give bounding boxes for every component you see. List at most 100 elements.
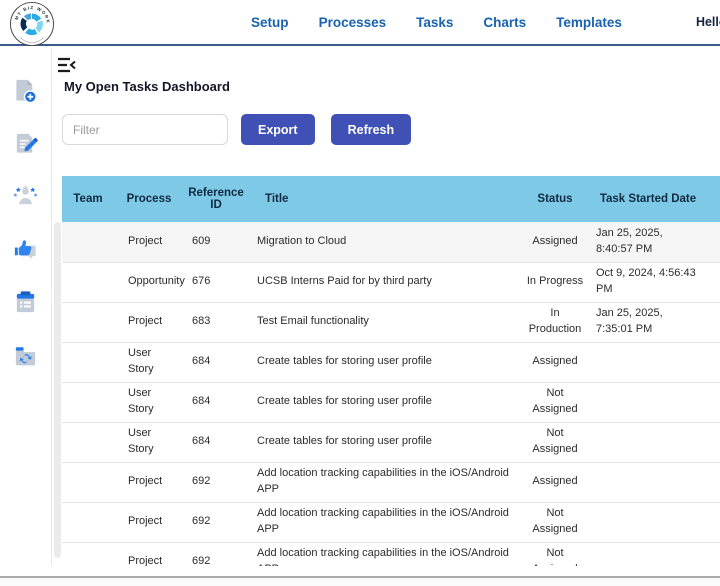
cell-process: Project [128, 315, 163, 328]
achievement-icon[interactable] [12, 182, 40, 210]
cell-team [62, 502, 114, 542]
add-document-icon[interactable] [12, 76, 40, 104]
cell-team [62, 382, 114, 422]
app-logo[interactable]: MY BIZ WORKFLOW [6, 0, 55, 47]
cell-ref: 676 [192, 275, 211, 288]
cell-status: Assigned [532, 475, 578, 488]
cell-ref: 684 [192, 395, 211, 408]
cell-title: Migration to Cloud [257, 234, 347, 247]
filter-input[interactable] [62, 114, 228, 145]
cell-title: Create tables for storing user profile [257, 395, 432, 408]
cell-date [590, 502, 706, 542]
col-header-status: Status [520, 176, 590, 222]
left-sidebar [0, 48, 52, 586]
table-row[interactable]: Project 692 Add location tracking capabili… [62, 502, 720, 542]
nav-templates[interactable]: Templates [556, 15, 622, 30]
cell-title: Create tables for storing user profile [257, 355, 432, 368]
app-window: MY BIZ WORKFLOW Setup Processes Tasks Ch… [0, 0, 720, 586]
bottom-cover [0, 566, 720, 576]
col-header-reference-id: Reference ID [184, 176, 248, 222]
tasks-clipboard-icon[interactable] [12, 288, 40, 316]
cell-extra [706, 222, 720, 262]
page-title: My Open Tasks Dashboard [64, 79, 230, 94]
collapse-sidebar-icon[interactable] [57, 57, 77, 73]
cell-extra [706, 382, 720, 422]
top-navigation: Setup Processes Tasks Charts Templates H… [251, 15, 720, 30]
cell-process: Project [128, 515, 163, 528]
table-row[interactable]: User Story 684 Create tables for storing u… [62, 422, 720, 462]
nav-setup[interactable]: Setup [251, 15, 289, 30]
table-row[interactable]: Opportunity 676 UCSB Interns Paid for by t… [62, 262, 720, 302]
nav-charts[interactable]: Charts [483, 15, 526, 30]
cell-team [62, 422, 114, 462]
cell-title: Test Email functionality [257, 315, 369, 328]
cell-extra [706, 302, 720, 342]
cell-date [590, 342, 706, 382]
table-header-row: Team Process Reference ID Title Status T… [62, 176, 720, 222]
cell-process: User Story [128, 427, 154, 455]
cell-status: Assigned [532, 234, 578, 247]
cell-date: Oct 9, 2024, 4:56:43 PM [596, 267, 696, 295]
cell-title: Add location tracking capabilities in th… [257, 467, 509, 495]
nav-tasks[interactable]: Tasks [416, 15, 453, 30]
table-row[interactable]: Project 683 Test Email functionality In Pro… [62, 302, 720, 342]
refresh-button[interactable]: Refresh [330, 114, 412, 145]
cell-status: Not Assigned [532, 387, 578, 415]
col-header-title: Title [248, 176, 520, 222]
export-button[interactable]: Export [241, 114, 315, 145]
logo-icon: MY BIZ WORKFLOW [6, 0, 55, 47]
cell-extra [706, 262, 720, 302]
edit-document-icon[interactable] [12, 129, 40, 157]
cell-team [62, 342, 114, 382]
cell-process: Project [128, 234, 163, 247]
cell-team [62, 302, 114, 342]
cell-ref: 692 [192, 475, 211, 488]
sync-folder-icon[interactable] [12, 341, 40, 369]
col-header-clipped: P [706, 176, 720, 222]
cell-date [590, 462, 706, 502]
cell-ref: 692 [192, 515, 211, 528]
cell-title: Add location tracking capabilities in th… [257, 507, 509, 535]
cell-status: Assigned [532, 355, 578, 368]
cell-date: Jan 25, 2025, 8:40:57 PM [596, 226, 663, 255]
tasks-table: Team Process Reference ID Title Status T… [62, 176, 720, 583]
col-header-process: Process [114, 176, 184, 222]
cell-extra [706, 462, 720, 502]
cell-team [62, 222, 114, 262]
cell-ref: 684 [192, 435, 211, 448]
col-header-team: Team [62, 176, 114, 222]
cell-extra [706, 502, 720, 542]
cell-title: UCSB Interns Paid for by third party [257, 275, 432, 288]
cell-date [590, 422, 706, 462]
nav-processes[interactable]: Processes [319, 15, 387, 30]
user-greeting: Hello, [695, 15, 720, 29]
cell-status: Not Assigned [532, 507, 578, 535]
col-header-task-started-date: Task Started Date [590, 176, 706, 222]
table-row[interactable]: User Story 684 Create tables for storing u… [62, 342, 720, 382]
cell-status: Not Assigned [532, 427, 578, 455]
window-bottom-strip [0, 578, 720, 586]
feedback-thumbs-up-icon[interactable] [12, 235, 40, 263]
cell-ref: 684 [192, 355, 211, 368]
cell-title: Create tables for storing user profile [257, 435, 432, 448]
top-header: MY BIZ WORKFLOW Setup Processes Tasks Ch… [0, 0, 720, 47]
cell-process: Opportunity [128, 275, 185, 288]
cell-ref: 609 [192, 234, 211, 247]
table-row[interactable]: Project 692 Add location tracking capabili… [62, 462, 720, 502]
toolbar: Export Refresh [62, 114, 412, 145]
cell-extra [706, 342, 720, 382]
vertical-scrollbar[interactable] [54, 222, 61, 558]
cell-process: User Story [128, 347, 154, 375]
cell-process: User Story [128, 387, 154, 415]
cell-extra [706, 422, 720, 462]
cell-status: In Progress [526, 275, 584, 288]
table-row[interactable]: Project 609 Migration to Cloud Assigned Jan … [62, 222, 720, 262]
cell-process: Project [128, 475, 163, 488]
cell-team [62, 262, 114, 302]
table-row[interactable]: User Story 684 Create tables for storing u… [62, 382, 720, 422]
cell-date: Jan 25, 2025, 7:35:01 PM [596, 307, 663, 335]
cell-ref: 683 [192, 315, 211, 328]
main-content: My Open Tasks Dashboard Export Refresh T… [53, 46, 720, 586]
cell-status: In Production [528, 307, 582, 335]
cell-date [590, 382, 706, 422]
